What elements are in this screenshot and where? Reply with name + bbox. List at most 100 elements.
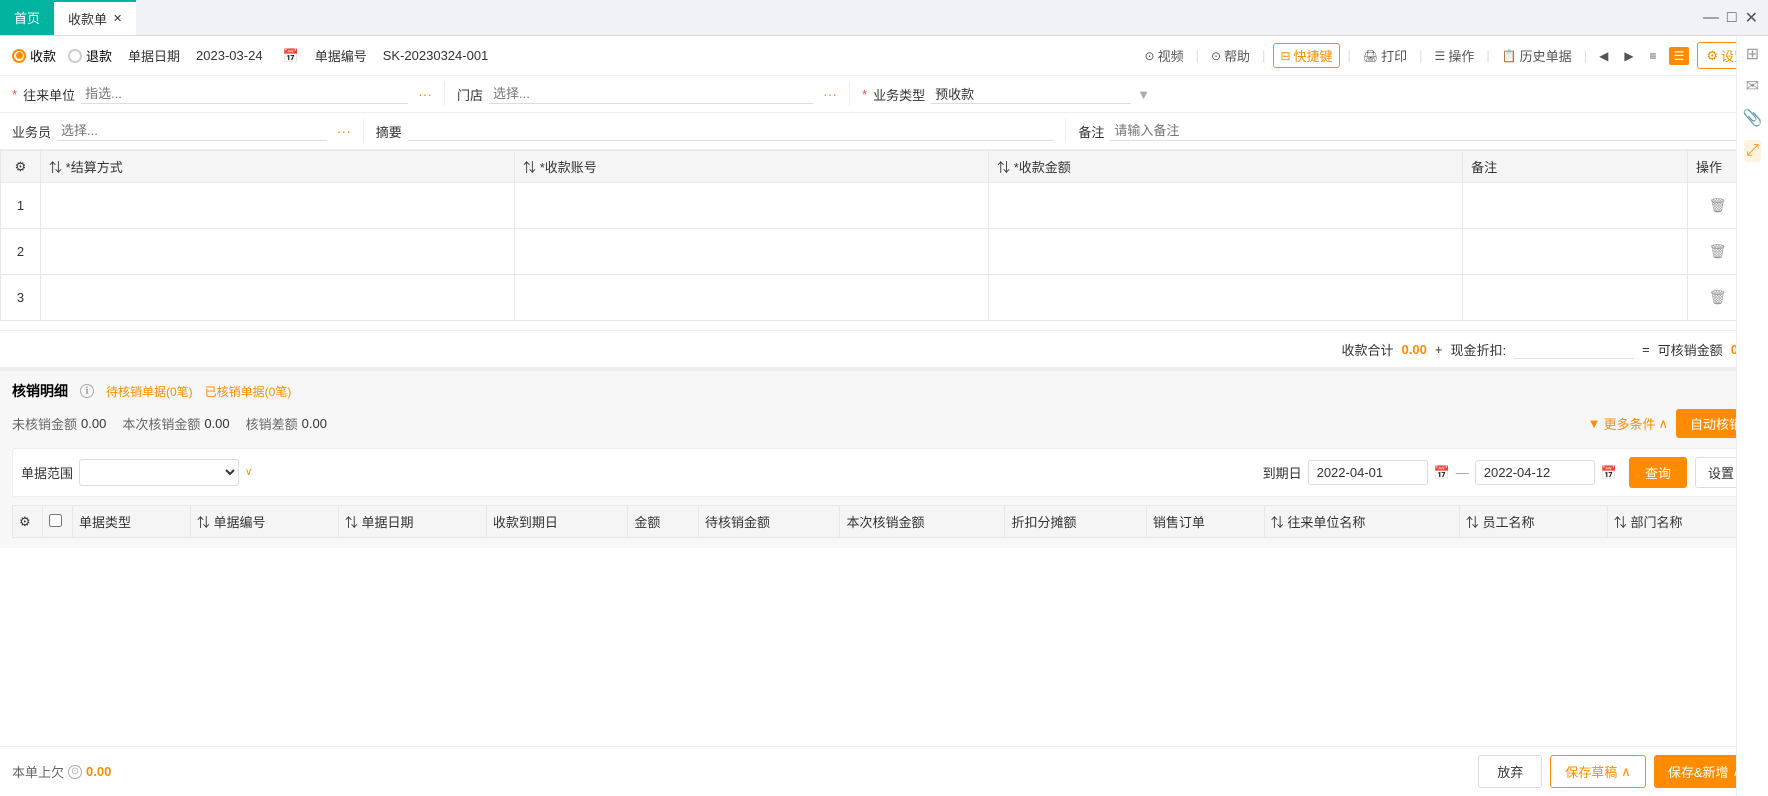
bottom-info-icon[interactable]: ⊙ (68, 765, 82, 779)
toolbar-actions: ⊙ 视频 | ⊙ 帮助 | ⊟ 快捷键 | 🖨 打印 | ☰ 操作 | 📋 历史… (1141, 42, 1757, 69)
close-icon[interactable]: ✕ (1745, 8, 1758, 28)
verify-stats: 未核销金额 0.00 本次核销金额 0.00 核销差额 0.00 ▼ 更多条件 … (12, 409, 1756, 438)
shortcut-btn[interactable]: ⊟ 快捷键 (1273, 43, 1339, 68)
sum-row: 收款合计 0.00 + 现金折扣: = 可核销金额 0.00 (0, 330, 1768, 367)
tab-home[interactable]: 首页 (0, 0, 54, 35)
sort-icon-date: ⇅ (345, 515, 358, 530)
remark-field: 备注 (1078, 121, 1756, 141)
counterpart-label: 往来单位 (23, 85, 75, 104)
counterpart-more-btn[interactable]: ··· (418, 86, 432, 102)
layout1-btn[interactable]: ≡ (1646, 47, 1661, 65)
range-select[interactable] (79, 459, 239, 486)
summary-input[interactable] (408, 121, 1054, 141)
operations-btn[interactable]: ☰ 操作 (1431, 44, 1479, 67)
remark-cell[interactable] (1463, 275, 1688, 321)
bottom-info-value: 0.00 (86, 764, 111, 779)
save-draft-dropdown-icon[interactable]: ∧ (1621, 764, 1631, 780)
table-row: 1 🗑 ⧉ (1, 183, 1768, 229)
attach-icon[interactable]: 📎 (1743, 108, 1763, 128)
prev-btn[interactable]: ◀ (1595, 47, 1612, 65)
stat-unclaimed: 未核销金额 0.00 (12, 414, 106, 433)
verify-header: 核销明细 ℹ 待核销单据(0笔) 已核销单据(0笔) (12, 381, 1756, 401)
delete-icon-3[interactable]: 🗑 (1709, 289, 1727, 305)
tab-receipt[interactable]: 收款单 ✕ (54, 0, 136, 35)
calendar-icon-to[interactable]: 📅 (1601, 465, 1617, 481)
sort-icon-cp: ⇅ (1271, 515, 1284, 530)
settlement-cell[interactable] (41, 275, 515, 321)
video-btn[interactable]: ⊙ 视频 (1141, 44, 1188, 67)
shop-input[interactable] (489, 84, 813, 104)
amount-cell[interactable] (989, 275, 1463, 321)
settlement-cell[interactable] (41, 183, 515, 229)
date-to-input[interactable] (1475, 460, 1595, 485)
settlement-cell[interactable] (41, 229, 515, 275)
plus-sign: + (1435, 342, 1443, 357)
amount-cell[interactable] (989, 229, 1463, 275)
salesperson-input[interactable] (57, 121, 327, 141)
counterpart-input[interactable] (81, 84, 408, 104)
counterpart-field: * 往来单位 ··· (12, 84, 432, 104)
tab-close-icon[interactable]: ✕ (113, 12, 122, 25)
shop-more-btn[interactable]: ··· (823, 86, 837, 102)
remark-cell[interactable] (1463, 229, 1688, 275)
table-row: 2 🗑 ⧉ (1, 229, 1768, 275)
minimize-icon[interactable]: — (1703, 9, 1719, 27)
more-conditions-btn[interactable]: ▼ 更多条件 ∧ (1588, 414, 1668, 433)
remark-input[interactable] (1110, 121, 1756, 141)
account-cell[interactable] (515, 183, 989, 229)
range-field: 单据范围 ∨ (21, 459, 1251, 486)
range-label: 单据范围 (21, 463, 73, 482)
chevron-up-icon: ∧ (1658, 416, 1668, 432)
date-calendar-icon[interactable]: 📅 (283, 48, 299, 64)
salesperson-field: 业务员 ··· (12, 121, 351, 141)
maximize-icon[interactable]: □ (1727, 9, 1737, 27)
amount-cell[interactable] (989, 183, 1463, 229)
radio-refund[interactable]: 退款 (68, 46, 112, 65)
date-field: 到期日 📅 — 📅 (1263, 460, 1617, 485)
shop-label: 门店 (457, 85, 483, 104)
range-dropdown-icon[interactable]: ∨ (245, 467, 252, 478)
sort-icon2: ⇅ (523, 160, 536, 175)
next-btn[interactable]: ▶ (1620, 47, 1637, 65)
unclaimed-label: 未核销金额 (12, 414, 77, 433)
layout2-btn[interactable]: ☰ (1669, 47, 1690, 65)
radio-group: 收款 退款 (12, 46, 112, 65)
verified-tab[interactable]: 已核销单据(0笔) (205, 383, 292, 400)
discount-input[interactable] (1514, 339, 1634, 359)
email-icon[interactable]: ✉ (1746, 76, 1759, 96)
select-all-checkbox[interactable] (49, 514, 62, 527)
delete-icon-1[interactable]: 🗑 (1709, 197, 1727, 213)
verify-info-icon[interactable]: ℹ (80, 384, 94, 398)
gear-icon[interactable]: ⚙ (15, 159, 27, 174)
remark-cell[interactable] (1463, 183, 1688, 229)
business-type-field: * 业务类型 ▼ (862, 84, 1756, 104)
query-btn[interactable]: 查询 (1629, 457, 1687, 488)
help-btn[interactable]: ⊙ 帮助 (1207, 44, 1254, 67)
table-icon[interactable]: ⊞ (1746, 44, 1759, 64)
salesperson-more-btn[interactable]: ··· (337, 123, 351, 139)
abandon-btn[interactable]: 放弃 (1478, 755, 1542, 788)
radio-receipt[interactable]: 收款 (12, 46, 56, 65)
print-btn[interactable]: 🖨 打印 (1359, 44, 1411, 67)
col-gear[interactable]: ⚙ (1, 151, 41, 183)
pending-tab[interactable]: 待核销单据(0笔) (106, 383, 193, 400)
account-cell[interactable] (515, 229, 989, 275)
expand-icon[interactable]: ⤢ (1744, 140, 1761, 162)
summary-field: 摘要 (376, 121, 1054, 141)
business-type-input[interactable] (931, 84, 1131, 104)
save-draft-btn[interactable]: 保存草稿 ∧ (1550, 755, 1646, 788)
col-account: ⇅ *收款账号 (515, 151, 989, 183)
date-from-input[interactable] (1308, 460, 1428, 485)
account-cell[interactable] (515, 275, 989, 321)
btcol-gear[interactable]: ⚙ (13, 506, 43, 538)
delete-icon-2[interactable]: 🗑 (1709, 243, 1727, 259)
col-remark: 备注 (1463, 151, 1688, 183)
calendar-icon-from[interactable]: 📅 (1434, 465, 1450, 481)
history-btn[interactable]: 📋 历史单据 (1498, 44, 1576, 67)
bottom-actions: 放弃 保存草稿 ∧ 保存&新增 ∧ (1478, 755, 1756, 788)
due-date-label: 到期日 (1263, 463, 1302, 482)
business-type-dropdown-icon[interactable]: ▼ (1137, 87, 1150, 102)
stat-current: 本次核销金额 0.00 (122, 414, 229, 433)
bottom-table: ⚙ 单据类型 ⇅ 单据编号 ⇅ 单据日期 收款到期日 金额 待核销金额 本次核销… (12, 505, 1756, 538)
btcol-checkbox[interactable] (43, 506, 73, 538)
